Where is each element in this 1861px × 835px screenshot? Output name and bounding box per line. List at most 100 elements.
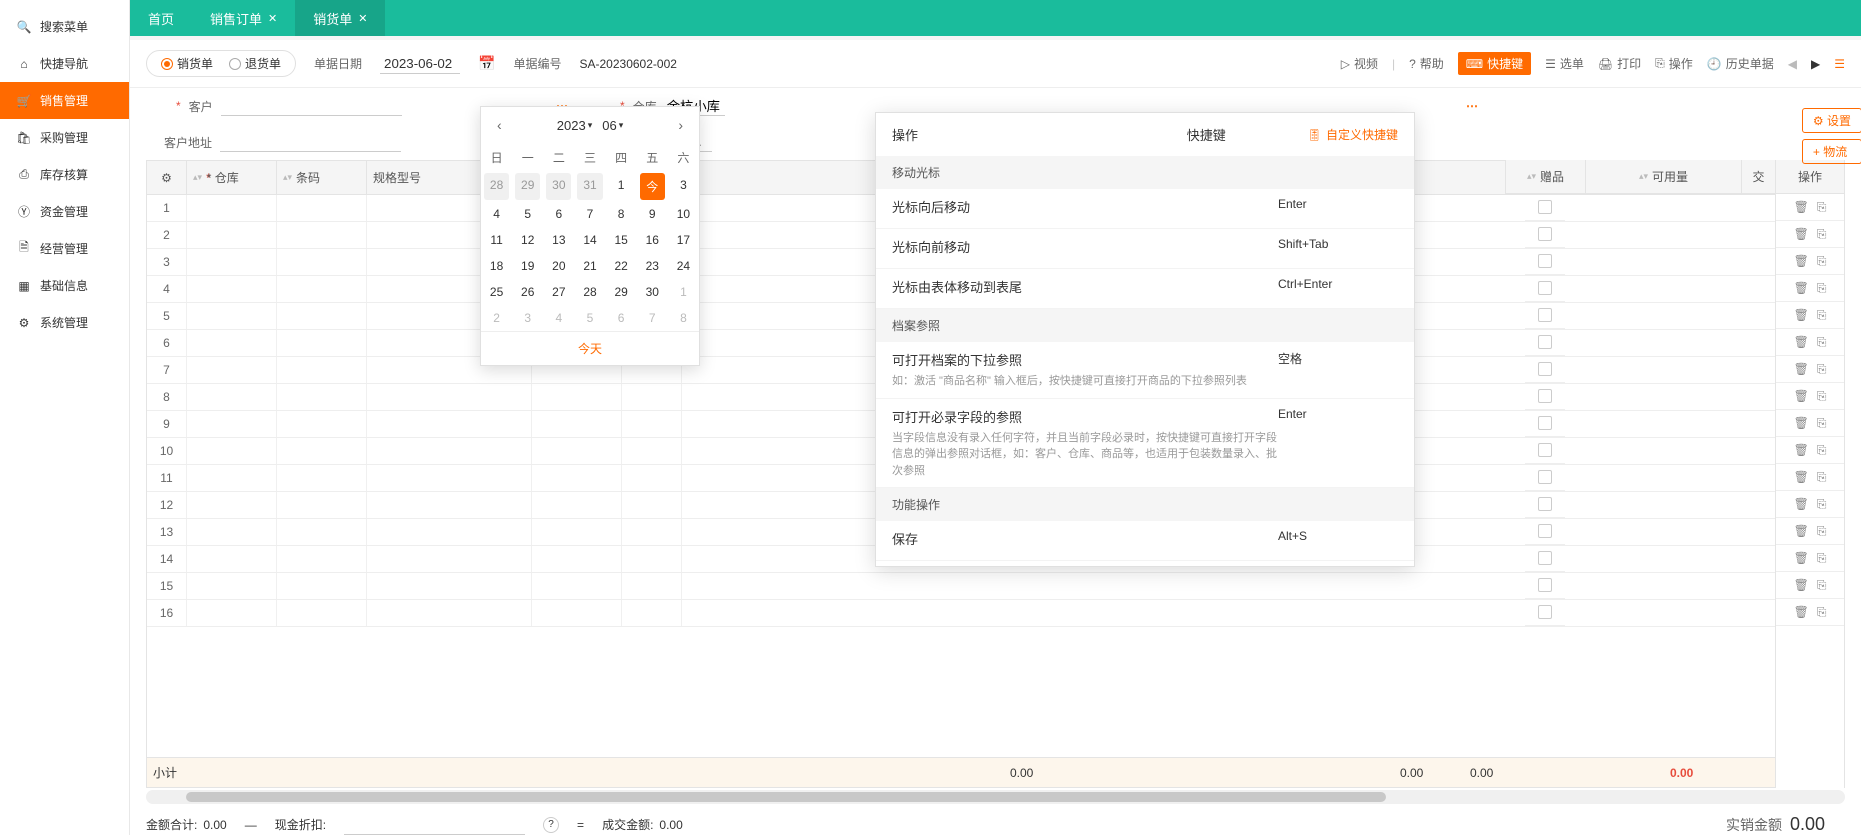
cell-tax[interactable] [622, 438, 682, 464]
copy-icon[interactable]: ⎘ [1817, 605, 1827, 620]
delete-icon[interactable]: 🗑 [1794, 416, 1809, 430]
cell-tax-rate[interactable] [532, 465, 622, 491]
cash-discount-input[interactable] [344, 815, 525, 835]
cell-tax-rate[interactable] [532, 573, 622, 599]
tab-home[interactable]: 首页 [130, 0, 192, 36]
copy-icon[interactable]: ⎘ [1817, 389, 1827, 404]
cell-warehouse[interactable] [187, 492, 277, 518]
delete-icon[interactable]: 🗑 [1794, 227, 1809, 241]
calendar-day[interactable]: 11 [484, 228, 509, 252]
select-button[interactable]: ☰选单 [1545, 55, 1584, 72]
calendar-day[interactable]: 25 [484, 280, 509, 304]
delete-icon[interactable]: 🗑 [1794, 605, 1809, 619]
calendar-day[interactable]: 9 [640, 202, 665, 226]
cell-barcode[interactable] [277, 546, 367, 572]
calendar-year-select[interactable]: 2023▾ [557, 118, 592, 133]
cell-barcode[interactable] [277, 600, 367, 626]
calendar-day-next[interactable]: 2 [484, 306, 509, 330]
cell-barcode[interactable] [277, 330, 367, 356]
cell-tax-rate[interactable] [532, 384, 622, 410]
gift-checkbox[interactable] [1538, 470, 1552, 484]
gift-checkbox[interactable] [1538, 605, 1552, 619]
col-gift[interactable]: ▴▾赠品 [1505, 160, 1585, 194]
sidebar-quick-nav[interactable]: ⌂ 快捷导航 [0, 45, 129, 82]
horizontal-scrollbar[interactable] [146, 790, 1845, 804]
copy-icon[interactable]: ⎘ [1817, 281, 1827, 296]
cell-tax-rate[interactable] [532, 492, 622, 518]
copy-icon[interactable]: ⎘ [1817, 254, 1827, 269]
calendar-day[interactable]: 17 [671, 228, 696, 252]
calendar-day[interactable]: 4 [484, 202, 509, 226]
chevron-right-icon[interactable]: ▶ [1811, 57, 1820, 71]
copy-icon[interactable]: ⎘ [1817, 335, 1827, 350]
delete-icon[interactable]: 🗑 [1794, 497, 1809, 511]
copy-icon[interactable]: ⎘ [1817, 470, 1827, 485]
cell-tax[interactable] [622, 519, 682, 545]
doc-date-input[interactable] [380, 54, 460, 74]
cell-barcode[interactable] [277, 573, 367, 599]
cell-warehouse[interactable] [187, 276, 277, 302]
delete-icon[interactable]: 🗑 [1794, 470, 1809, 484]
calendar-day[interactable]: 23 [640, 254, 665, 278]
print-button[interactable]: 🖨打印 [1598, 55, 1641, 72]
cell-warehouse[interactable] [187, 222, 277, 248]
radio-return[interactable]: 退货单 [229, 55, 281, 72]
info-icon[interactable]: ? [543, 817, 559, 833]
col-gear[interactable]: ⚙ [147, 161, 187, 194]
calendar-day[interactable]: 15 [609, 228, 634, 252]
cell-barcode[interactable] [277, 357, 367, 383]
cell-tax[interactable] [622, 600, 682, 626]
calendar-day-next[interactable]: 8 [671, 306, 696, 330]
gift-checkbox[interactable] [1538, 389, 1552, 403]
calendar-day[interactable]: 19 [515, 254, 540, 278]
cell-tax-rate[interactable] [532, 546, 622, 572]
sidebar-search[interactable]: 🔍 搜索菜单 [0, 8, 129, 45]
delete-icon[interactable]: 🗑 [1794, 281, 1809, 295]
cell-warehouse[interactable] [187, 357, 277, 383]
delete-icon[interactable]: 🗑 [1794, 524, 1809, 538]
sidebar-system[interactable]: ⚙ 系统管理 [0, 304, 129, 341]
cell-tax[interactable] [622, 411, 682, 437]
calendar-day[interactable]: 13 [546, 228, 571, 252]
close-icon[interactable]: ✕ [358, 12, 367, 25]
calendar-day[interactable]: 3 [671, 173, 696, 200]
delete-icon[interactable]: 🗑 [1794, 362, 1809, 376]
close-icon[interactable]: ✕ [268, 12, 277, 25]
cell-spec[interactable] [367, 384, 532, 410]
cell-warehouse[interactable] [187, 600, 277, 626]
cell-tax[interactable] [622, 573, 682, 599]
scrollbar-thumb[interactable] [186, 792, 1386, 802]
sidebar-finance[interactable]: Ⓨ 资金管理 [0, 193, 129, 230]
tab-sales-order[interactable]: 销售订单✕ [192, 0, 295, 36]
delete-icon[interactable]: 🗑 [1794, 551, 1809, 565]
calendar-day[interactable]: 6 [546, 202, 571, 226]
cell-spec[interactable] [367, 519, 532, 545]
calendar-prev[interactable]: ‹ [491, 115, 508, 135]
calendar-day-next[interactable]: 7 [640, 306, 665, 330]
settings-button[interactable]: ⚙ 设置 [1802, 108, 1861, 133]
cell-tax-rate[interactable] [532, 519, 622, 545]
customize-shortcut-button[interactable]: 🎚自定义快捷键 [1307, 126, 1398, 143]
cell-tax-rate[interactable] [532, 438, 622, 464]
calendar-day[interactable]: 12 [515, 228, 540, 252]
cell-spec[interactable] [367, 492, 532, 518]
sidebar-sales[interactable]: 🛒 销售管理 [0, 82, 129, 119]
cell-barcode[interactable] [277, 222, 367, 248]
gift-checkbox[interactable] [1538, 578, 1552, 592]
cell-warehouse[interactable] [187, 303, 277, 329]
cell-warehouse[interactable] [187, 330, 277, 356]
gift-checkbox[interactable] [1538, 227, 1552, 241]
cell-spec[interactable] [367, 438, 532, 464]
cell-tax[interactable] [622, 384, 682, 410]
cell-tax[interactable] [622, 492, 682, 518]
calendar-day[interactable]: 26 [515, 280, 540, 304]
cell-warehouse[interactable] [187, 195, 277, 221]
cell-barcode[interactable] [277, 519, 367, 545]
gift-checkbox[interactable] [1538, 281, 1552, 295]
gift-checkbox[interactable] [1538, 200, 1552, 214]
cell-spec[interactable] [367, 411, 532, 437]
calendar-day[interactable]: 22 [609, 254, 634, 278]
calendar-day-prev[interactable]: 29 [515, 173, 540, 200]
calendar-day-prev[interactable]: 31 [577, 173, 602, 200]
cell-tax-rate[interactable] [532, 600, 622, 626]
